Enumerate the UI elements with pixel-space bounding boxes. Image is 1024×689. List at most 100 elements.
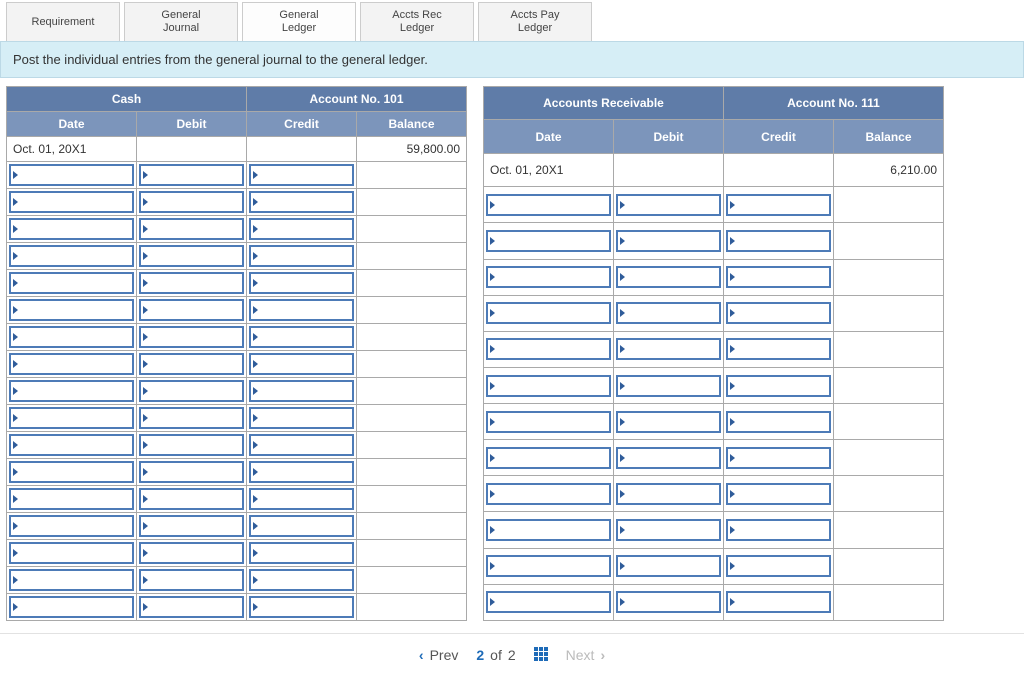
credit-input[interactable] bbox=[249, 407, 354, 429]
date-input[interactable] bbox=[9, 542, 134, 564]
credit-input[interactable] bbox=[249, 326, 354, 348]
debit-input[interactable] bbox=[139, 596, 244, 618]
date-input[interactable] bbox=[9, 191, 134, 213]
date-input[interactable] bbox=[486, 447, 611, 469]
credit-input[interactable] bbox=[726, 266, 831, 288]
date-input[interactable] bbox=[9, 164, 134, 186]
grid-icon[interactable] bbox=[534, 647, 548, 664]
date-input[interactable] bbox=[9, 218, 134, 240]
debit-input[interactable] bbox=[139, 434, 244, 456]
credit-input[interactable] bbox=[249, 272, 354, 294]
debit-input[interactable] bbox=[616, 266, 721, 288]
debit-input[interactable] bbox=[616, 194, 721, 216]
date-input[interactable] bbox=[486, 591, 611, 613]
credit-input[interactable] bbox=[726, 338, 831, 360]
date-input[interactable] bbox=[486, 483, 611, 505]
credit-input[interactable] bbox=[249, 380, 354, 402]
date-input[interactable] bbox=[9, 515, 134, 537]
credit-input[interactable] bbox=[249, 461, 354, 483]
tab-accts-pay-ledger[interactable]: Accts Pay Ledger bbox=[478, 2, 592, 41]
debit-input[interactable] bbox=[139, 488, 244, 510]
date-input[interactable] bbox=[486, 411, 611, 433]
credit-input[interactable] bbox=[249, 434, 354, 456]
credit-input[interactable] bbox=[249, 542, 354, 564]
table-row bbox=[484, 259, 944, 295]
debit-input[interactable] bbox=[139, 245, 244, 267]
date-input[interactable] bbox=[486, 230, 611, 252]
date-input[interactable] bbox=[486, 302, 611, 324]
credit-input[interactable] bbox=[726, 302, 831, 324]
date-input[interactable] bbox=[9, 461, 134, 483]
date-input[interactable] bbox=[486, 375, 611, 397]
credit-input[interactable] bbox=[726, 447, 831, 469]
date-input[interactable] bbox=[9, 272, 134, 294]
debit-input[interactable] bbox=[139, 326, 244, 348]
credit-input[interactable] bbox=[726, 230, 831, 252]
date-input[interactable] bbox=[9, 488, 134, 510]
tab-general-journal[interactable]: General Journal bbox=[124, 2, 238, 41]
debit-input[interactable] bbox=[139, 218, 244, 240]
prev-button[interactable]: ‹ Prev bbox=[419, 647, 458, 663]
credit-input[interactable] bbox=[249, 515, 354, 537]
debit-input[interactable] bbox=[616, 411, 721, 433]
balance-cell bbox=[357, 270, 467, 297]
date-input[interactable] bbox=[9, 434, 134, 456]
debit-input[interactable] bbox=[616, 375, 721, 397]
debit-input[interactable] bbox=[139, 380, 244, 402]
credit-input[interactable] bbox=[249, 596, 354, 618]
date-input[interactable] bbox=[486, 194, 611, 216]
credit-input[interactable] bbox=[726, 194, 831, 216]
debit-input[interactable] bbox=[139, 353, 244, 375]
date-input[interactable] bbox=[9, 353, 134, 375]
date-input[interactable] bbox=[9, 596, 134, 618]
tab-label: Ledger bbox=[487, 22, 583, 35]
debit-input[interactable] bbox=[616, 230, 721, 252]
debit-input[interactable] bbox=[616, 555, 721, 577]
tab-requirement[interactable]: Requirement bbox=[6, 2, 120, 41]
balance-cell bbox=[834, 512, 944, 548]
credit-input[interactable] bbox=[249, 164, 354, 186]
debit-input[interactable] bbox=[139, 272, 244, 294]
debit-input[interactable] bbox=[616, 447, 721, 469]
credit-input[interactable] bbox=[249, 218, 354, 240]
debit-input[interactable] bbox=[139, 407, 244, 429]
tab-general-ledger[interactable]: General Ledger bbox=[242, 2, 356, 41]
debit-input[interactable] bbox=[616, 483, 721, 505]
debit-input[interactable] bbox=[616, 519, 721, 541]
debit-input[interactable] bbox=[616, 302, 721, 324]
debit-input[interactable] bbox=[616, 338, 721, 360]
credit-input[interactable] bbox=[726, 555, 831, 577]
tab-accts-rec-ledger[interactable]: Accts Rec Ledger bbox=[360, 2, 474, 41]
credit-input[interactable] bbox=[249, 245, 354, 267]
credit-input[interactable] bbox=[726, 411, 831, 433]
date-input[interactable] bbox=[9, 380, 134, 402]
credit-input[interactable] bbox=[249, 353, 354, 375]
debit-input[interactable] bbox=[139, 164, 244, 186]
debit-input[interactable] bbox=[139, 191, 244, 213]
credit-input[interactable] bbox=[726, 591, 831, 613]
credit-input[interactable] bbox=[726, 483, 831, 505]
credit-input[interactable] bbox=[726, 519, 831, 541]
debit-input[interactable] bbox=[139, 515, 244, 537]
credit-input[interactable] bbox=[726, 375, 831, 397]
table-row bbox=[7, 594, 467, 621]
debit-input[interactable] bbox=[139, 299, 244, 321]
date-input[interactable] bbox=[486, 555, 611, 577]
date-input[interactable] bbox=[9, 569, 134, 591]
credit-input[interactable] bbox=[249, 299, 354, 321]
debit-input[interactable] bbox=[139, 542, 244, 564]
date-input[interactable] bbox=[486, 519, 611, 541]
date-input[interactable] bbox=[9, 299, 134, 321]
debit-input[interactable] bbox=[139, 569, 244, 591]
credit-input[interactable] bbox=[249, 488, 354, 510]
debit-input[interactable] bbox=[616, 591, 721, 613]
date-input[interactable] bbox=[486, 266, 611, 288]
date-input[interactable] bbox=[9, 326, 134, 348]
next-button[interactable]: Next › bbox=[566, 647, 605, 663]
credit-input[interactable] bbox=[249, 191, 354, 213]
date-input[interactable] bbox=[486, 338, 611, 360]
date-input[interactable] bbox=[9, 245, 134, 267]
debit-input[interactable] bbox=[139, 461, 244, 483]
date-input[interactable] bbox=[9, 407, 134, 429]
credit-input[interactable] bbox=[249, 569, 354, 591]
